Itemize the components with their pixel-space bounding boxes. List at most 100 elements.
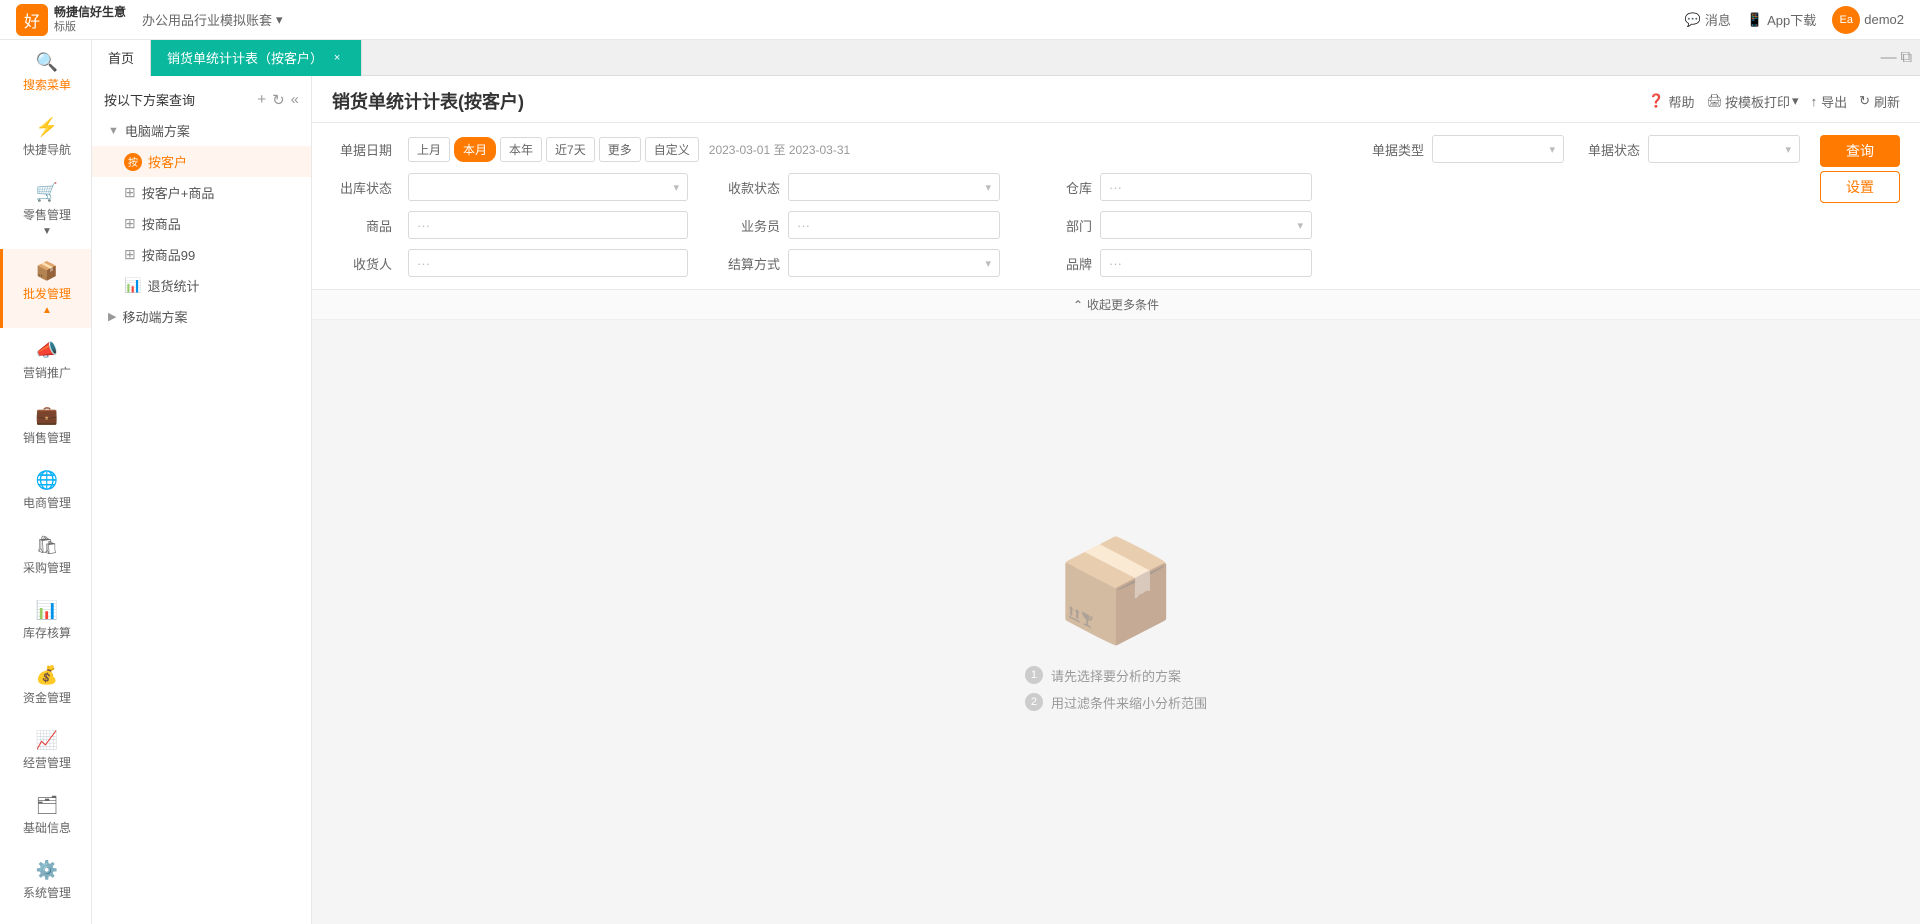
- receipt-status-chevron: ▾: [985, 181, 991, 194]
- page-wrapper: 按以下方案查询 + ↻ « ▼ 电脑端方案 按 按客户: [92, 76, 1920, 924]
- sidebar-item-ecommerce[interactable]: 🌐 电商管理: [0, 458, 91, 523]
- tree-desktop-group[interactable]: ▼ 电脑端方案: [92, 115, 311, 146]
- sidebar-item-wholesale[interactable]: 📦 批发管理 ▲: [0, 249, 91, 328]
- print-button[interactable]: 🖨 按模板打印 ▾: [1707, 92, 1799, 111]
- settings-button[interactable]: 设置: [1820, 171, 1900, 203]
- sidebar-item-operation[interactable]: 📈 经营管理: [0, 718, 91, 783]
- breadcrumb-dropdown[interactable]: 办公用品行业模拟账套 ▾: [134, 6, 291, 33]
- empty-tip-1: 1 请先选择要分析的方案: [1025, 666, 1207, 685]
- page-header: 销货单统计计表(按客户) ❓ 帮助 🖨 按模板打印 ▾ ↑: [312, 76, 1920, 123]
- tree-item-by-customer[interactable]: 按 按客户: [92, 146, 311, 177]
- date-btn-last-month[interactable]: 上月: [408, 137, 450, 162]
- empty-tip-2: 2 用过滤条件来缩小分析范围: [1025, 693, 1207, 712]
- tree-item-by-customer-goods[interactable]: ⊞ 按客户+商品: [92, 177, 311, 208]
- window-restore-icon[interactable]: ⧉: [1901, 49, 1912, 67]
- refresh-button[interactable]: ↻ 刷新: [1859, 92, 1900, 111]
- tip-2-text: 用过滤条件来缩小分析范围: [1051, 693, 1207, 712]
- tab-sales-stat[interactable]: 销货单统计计表（按客户） ×: [151, 40, 362, 76]
- sidebar-item-basic[interactable]: 🗂 基础信息: [0, 783, 91, 848]
- date-control: 上月 本月 本年 近7天 更多 自定义 2023-03-01 至 2023-03…: [408, 137, 1348, 162]
- refund-stat-icon: 📊: [124, 277, 141, 294]
- tree-mobile-group[interactable]: ▶ 移动端方案: [92, 301, 311, 332]
- date-btn-7days[interactable]: 近7天: [546, 137, 595, 162]
- sidebar-item-enterprise[interactable]: 🤝 企业协同: [0, 913, 91, 924]
- warehouse-select[interactable]: ···: [1100, 173, 1312, 201]
- wholesale-expand-icon: ▲: [42, 305, 52, 316]
- out-status-select[interactable]: ▾: [408, 173, 688, 201]
- system-icon: ⚙️: [36, 860, 58, 881]
- collapse-icon: ⌃: [1073, 298, 1083, 312]
- marketing-icon: 📣: [36, 340, 58, 361]
- basic-icon: 🗂: [36, 795, 59, 816]
- tree-expand-icon: ▼: [108, 125, 119, 137]
- brand-select[interactable]: ···: [1100, 249, 1312, 277]
- tab-home[interactable]: 首页: [92, 40, 151, 76]
- app-download-action[interactable]: 📱 App下载: [1747, 10, 1816, 29]
- tab-close-button[interactable]: ×: [329, 50, 345, 66]
- salesperson-select[interactable]: ···: [788, 211, 1000, 239]
- left-panel-header: 按以下方案查询 + ↻ «: [92, 84, 311, 115]
- sidebar-item-finance[interactable]: 💰 资金管理: [0, 653, 91, 718]
- ecommerce-icon: 🌐: [36, 470, 58, 491]
- by-goods-icon: ⊞: [124, 215, 136, 232]
- date-btn-this-month[interactable]: 本月: [454, 137, 496, 162]
- sidebar: 🔍 搜索菜单 ⚡ 快捷导航 🛒 零售管理 ▼ 📦 批发管理 ▲ 📣 营销推广 💼…: [0, 40, 92, 924]
- empty-illustration: 📦: [1054, 533, 1179, 650]
- finance-icon: 💰: [36, 665, 58, 686]
- app-icon: 📱: [1747, 12, 1763, 28]
- print-chevron-icon: ▾: [1792, 93, 1799, 109]
- filter-row-2: 出库状态 ▾ 收款状态 ▾: [332, 173, 1800, 201]
- date-btn-custom[interactable]: 自定义: [645, 137, 699, 162]
- sidebar-item-sales[interactable]: 💼 销售管理: [0, 393, 91, 458]
- receiver-label: 收货人: [332, 254, 392, 273]
- by-customer-goods-label: 按客户+商品: [142, 183, 215, 202]
- print-icon: 🖨: [1707, 93, 1724, 109]
- collapse-panel-icon[interactable]: «: [291, 91, 299, 109]
- refresh-scheme-icon[interactable]: ↻: [272, 91, 285, 109]
- goods-select[interactable]: ···: [408, 211, 688, 239]
- sidebar-item-system[interactable]: ⚙️ 系统管理: [0, 848, 91, 913]
- tree-item-by-goods99[interactable]: ⊞ 按商品99: [92, 239, 311, 270]
- help-button[interactable]: ❓ 帮助: [1648, 92, 1694, 111]
- sidebar-item-inventory[interactable]: 📊 库存核算: [0, 588, 91, 653]
- dept-chevron: ▾: [1297, 219, 1303, 232]
- settlement-select[interactable]: ▾: [788, 249, 1000, 277]
- sales-icon: 💼: [36, 405, 58, 426]
- wholesale-icon: 📦: [36, 261, 58, 282]
- dept-select[interactable]: ▾: [1100, 211, 1312, 239]
- retail-expand-icon: ▼: [42, 226, 52, 237]
- chevron-down-icon: ▾: [276, 12, 283, 28]
- by-customer-label: 按客户: [148, 152, 187, 171]
- query-button[interactable]: 查询: [1820, 135, 1900, 167]
- tree-item-by-goods[interactable]: ⊞ 按商品: [92, 208, 311, 239]
- sidebar-item-marketing[interactable]: 📣 营销推广: [0, 328, 91, 393]
- bill-type-select[interactable]: ▾: [1432, 135, 1564, 163]
- date-btn-more[interactable]: 更多: [599, 137, 641, 162]
- refund-stat-label: 退货统计: [147, 276, 199, 295]
- sidebar-quick-nav[interactable]: ⚡ 快捷导航: [0, 105, 91, 170]
- date-btn-this-year[interactable]: 本年: [500, 137, 542, 162]
- logo-icon: 好: [16, 4, 48, 36]
- sidebar-item-retail[interactable]: 🛒 零售管理 ▼: [0, 170, 91, 249]
- sidebar-search[interactable]: 🔍 搜索菜单: [0, 40, 91, 105]
- sidebar-item-purchase[interactable]: 🛍 采购管理: [0, 523, 91, 588]
- out-status-label: 出库状态: [332, 178, 392, 197]
- empty-tips: 1 请先选择要分析的方案 2 用过滤条件来缩小分析范围: [1025, 666, 1207, 712]
- export-button[interactable]: ↑ 导出: [1811, 92, 1848, 111]
- add-scheme-icon[interactable]: +: [257, 91, 266, 109]
- bill-status-select[interactable]: ▾: [1648, 135, 1800, 163]
- message-action[interactable]: 💬 消息: [1685, 10, 1731, 29]
- receipt-status-select[interactable]: ▾: [788, 173, 1000, 201]
- tree-item-refund-stat[interactable]: 📊 退货统计: [92, 270, 311, 301]
- empty-state: 📦 1 请先选择要分析的方案 2 用过滤条件来缩小分析范围: [312, 320, 1920, 924]
- quicknav-icon: ⚡: [36, 117, 58, 138]
- receiver-select[interactable]: ···: [408, 249, 688, 277]
- refresh-icon: ↻: [1859, 93, 1870, 109]
- bill-status-chevron: ▾: [1785, 143, 1791, 156]
- tree-mobile-expand-icon: ▶: [108, 310, 116, 323]
- collapse-bar[interactable]: ⌃ 收起更多条件: [312, 290, 1920, 320]
- by-goods99-icon: ⊞: [124, 246, 136, 263]
- goods-label: 商品: [332, 216, 392, 235]
- user-profile[interactable]: Ea demo2: [1832, 6, 1904, 34]
- window-minimize-icon[interactable]: —: [1881, 49, 1897, 67]
